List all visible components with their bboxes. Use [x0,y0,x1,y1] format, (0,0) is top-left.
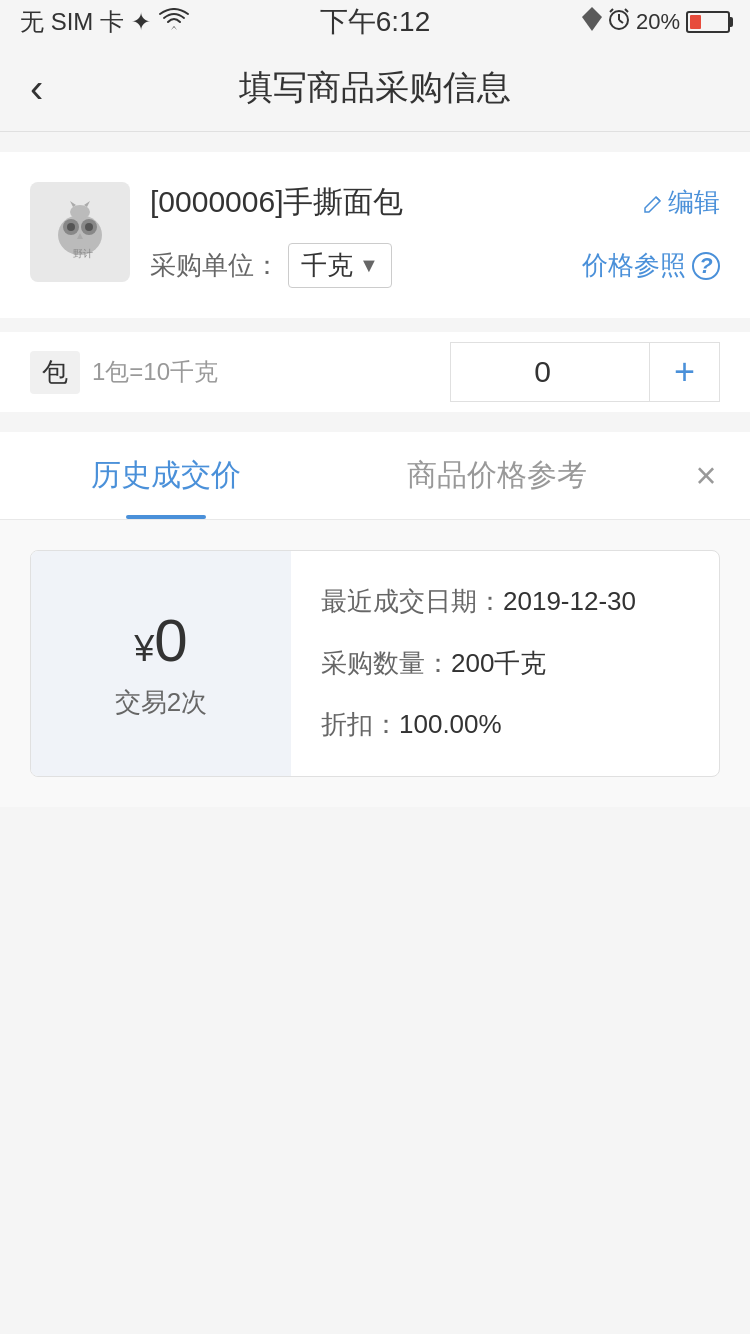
edit-label: 编辑 [668,185,720,220]
svg-point-9 [85,223,93,231]
price-card: ¥0 交易2次 最近成交日期：2019-12-30 采购数量：200千克 折扣：… [30,550,720,777]
nav-bar: ‹ 填写商品采购信息 [0,44,750,132]
tabs-bar: 历史成交价 商品价格参考 × [0,432,750,520]
svg-point-11 [70,205,90,219]
product-logo-icon: 野计 [45,197,115,267]
product-card: 野计 [0000006]手撕面包 编辑 采购单位： 千克 [0,152,750,318]
svg-point-8 [67,223,75,231]
status-bar: 无 SIM 卡 ✦ 下午6:12 20% [0,0,750,44]
purchase-qty-value: 200千克 [451,648,546,678]
svg-line-4 [625,9,628,12]
tab-active-indicator [126,515,206,519]
product-info: [0000006]手撕面包 编辑 采购单位： 千克 ▼ [150,182,720,288]
location-icon [582,7,602,37]
unit-value: 千克 [301,248,353,283]
bottom-area [0,807,750,1207]
tab-product-price[interactable]: 商品价格参考 [331,432,662,519]
unit-label: 采购单位： [150,248,280,283]
unit-conversion: 1包=10千克 [92,356,218,388]
status-left: 无 SIM 卡 ✦ [20,6,189,38]
price-summary: ¥0 交易2次 [31,551,291,776]
quantity-input-group: + [450,342,720,402]
price-card-area: ¥0 交易2次 最近成交日期：2019-12-30 采购数量：200千克 折扣：… [0,520,750,807]
tab-product-label: 商品价格参考 [407,455,587,496]
purchase-qty-label: 采购数量： [321,648,451,678]
transaction-count: 交易2次 [115,685,207,720]
recent-date-label: 最近成交日期： [321,586,503,616]
product-title-row: [0000006]手撕面包 编辑 [150,182,720,223]
status-right: 20% [582,7,730,37]
nav-title: 填写商品采购信息 [239,65,511,111]
edit-icon [642,192,664,214]
unit-select[interactable]: 千克 ▼ [288,243,392,288]
battery-icon [686,11,730,33]
discount-value: 100.00% [399,709,502,739]
quantity-input[interactable] [450,342,650,402]
close-panel-button[interactable]: × [662,432,750,519]
back-button[interactable]: ‹ [30,68,43,108]
price-ref-button[interactable]: 价格参照 ? [582,248,720,283]
quantity-unit-info: 包 1包=10千克 [30,351,218,394]
price-number: 0 [154,607,187,674]
price-panel: 历史成交价 商品价格参考 × ¥0 交易2次 最近成交日期：2019-12-30 [0,432,750,807]
price-ref-label: 价格参照 [582,248,686,283]
svg-line-3 [610,9,613,12]
svg-line-2 [619,20,623,23]
recent-date-row: 最近成交日期：2019-12-30 [321,581,689,623]
svg-line-15 [656,197,660,201]
battery-percent: 20% [636,9,680,35]
unit-tag: 包 [30,351,80,394]
currency-symbol: ¥ [134,628,154,669]
tab-history-price[interactable]: 历史成交价 [0,432,331,519]
close-icon: × [695,455,716,497]
sim-status: 无 SIM 卡 ✦ [20,6,151,38]
unit-dropdown-icon: ▼ [359,254,379,277]
edit-button[interactable]: 编辑 [642,185,720,220]
price-value: ¥0 [134,606,187,675]
product-thumbnail: 野计 [30,182,130,282]
price-details: 最近成交日期：2019-12-30 采购数量：200千克 折扣：100.00% [291,551,719,776]
recent-date-value: 2019-12-30 [503,586,636,616]
quantity-plus-button[interactable]: + [650,342,720,402]
status-time: 下午6:12 [320,3,431,41]
tab-history-label: 历史成交价 [91,455,241,496]
alarm-icon [608,8,630,36]
info-icon: ? [692,252,720,280]
quantity-section: 包 1包=10千克 + [0,332,750,412]
product-header: 野计 [0000006]手撕面包 编辑 采购单位： 千克 [30,182,720,288]
svg-text:野计: 野计 [73,248,93,259]
purchase-qty-row: 采购数量：200千克 [321,643,689,685]
discount-row: 折扣：100.00% [321,704,689,746]
wifi-icon [159,8,189,36]
product-unit-row: 采购单位： 千克 ▼ 价格参照 ? [150,243,720,288]
discount-label: 折扣： [321,709,399,739]
product-name: [0000006]手撕面包 [150,182,403,223]
